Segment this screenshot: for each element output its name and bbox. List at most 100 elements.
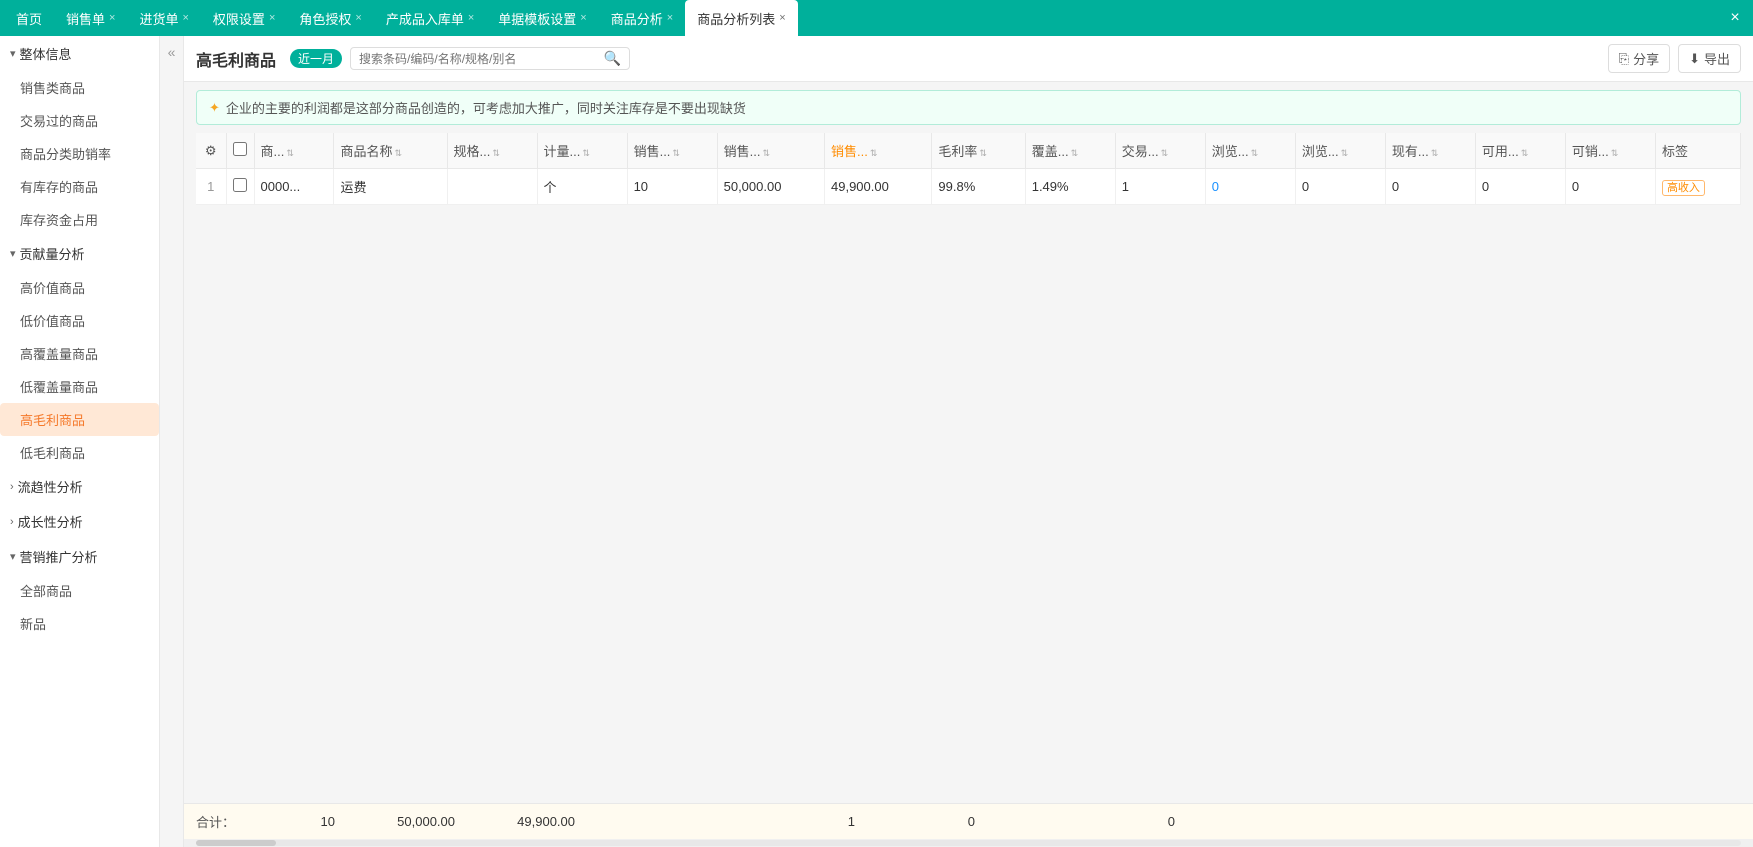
sidebar-item-in-stock[interactable]: 有库存的商品	[0, 170, 159, 203]
footer-sales2: 50,000.00	[375, 814, 455, 829]
collapse-icon: «	[168, 44, 176, 60]
close-product-analysis[interactable]: ×	[667, 12, 673, 24]
main-container: ▾ 整体信息 销售类商品 交易过的商品 商品分类助销率 有库存的商品 库存资金占…	[0, 36, 1753, 847]
sidebar-group-contribution[interactable]: ▾ 贡献量分析	[0, 236, 159, 271]
col-sellable[interactable]: 可销...⇅	[1565, 133, 1655, 169]
close-product-analysis-list[interactable]: ×	[779, 12, 785, 24]
cell-sellable: 0	[1565, 169, 1655, 205]
col-sales3[interactable]: 销售...⇅	[825, 133, 932, 169]
footer-label: 合计：	[196, 812, 235, 831]
col-unit[interactable]: 计量...⇅	[537, 133, 627, 169]
nav-sales-order[interactable]: 销售单 ×	[54, 0, 127, 36]
col-tag: 标签	[1655, 133, 1740, 169]
col-code[interactable]: 商...⇅	[254, 133, 334, 169]
footer-browse2: 0	[895, 814, 975, 829]
cell-code: 0000...	[254, 169, 334, 205]
col-coverage[interactable]: 覆盖...⇅	[1025, 133, 1115, 169]
sidebar-wrapper: ▾ 整体信息 销售类商品 交易过的商品 商品分类助销率 有库存的商品 库存资金占…	[0, 36, 184, 847]
cell-sales1: 10	[627, 169, 717, 205]
col-spec[interactable]: 规格...⇅	[447, 133, 537, 169]
row-checkbox[interactable]	[233, 178, 247, 192]
close-product-inbound[interactable]: ×	[468, 12, 474, 24]
cell-available: 0	[1475, 169, 1565, 205]
search-input[interactable]	[359, 52, 604, 66]
close-purchase-order[interactable]: ×	[182, 12, 188, 24]
nav-home[interactable]: 首页	[4, 0, 54, 36]
footer-trade: 1	[775, 814, 855, 829]
share-button[interactable]: ⎘ 分享	[1608, 44, 1670, 73]
nav-product-analysis[interactable]: 商品分析 ×	[599, 0, 685, 36]
sidebar-item-low-coverage[interactable]: 低覆盖量商品	[0, 370, 159, 403]
sidebar-item-traded-goods[interactable]: 交易过的商品	[0, 104, 159, 137]
table-container: ⚙ 商...⇅ 商品名称⇅ 规格...⇅ 计量...⇅ 销售...⇅ 销售...…	[184, 133, 1753, 803]
footer-current: 0	[1095, 814, 1175, 829]
scrollbar-track[interactable]	[196, 840, 1741, 846]
col-sales1[interactable]: 销售...⇅	[627, 133, 717, 169]
table-footer: 合计： 10 50,000.00 49,900.00 1 0 0	[184, 803, 1753, 839]
cell-current: 0	[1385, 169, 1475, 205]
sidebar-group-overall[interactable]: ▾ 整体信息	[0, 36, 159, 71]
nav-product-inbound[interactable]: 产成品入库单 ×	[374, 0, 486, 36]
sidebar-group-marketing[interactable]: ▾ 营销推广分析	[0, 539, 159, 574]
content-area: 高毛利商品 近一月 🔍 ⎘ 分享 ⬇ 导出 ✦ 企业的主要的利润都是这部分商品创…	[184, 36, 1753, 847]
cell-index: 1	[196, 169, 226, 205]
page-title: 高毛利商品	[196, 47, 276, 71]
arrow-contribution: ▾	[10, 247, 16, 260]
close-permission-settings[interactable]: ×	[269, 12, 275, 24]
col-settings[interactable]: ⚙	[196, 133, 226, 169]
sidebar-group-trend[interactable]: › 流趋性分析	[0, 469, 159, 504]
col-trade[interactable]: 交易...⇅	[1115, 133, 1205, 169]
table-header-row: ⚙ 商...⇅ 商品名称⇅ 规格...⇅ 计量...⇅ 销售...⇅ 销售...…	[196, 133, 1741, 169]
nav-purchase-order[interactable]: 进货单 ×	[127, 0, 200, 36]
sidebar-item-all-goods[interactable]: 全部商品	[0, 574, 159, 607]
info-banner: ✦ 企业的主要的利润都是这部分商品创造的，可考虑加大推广，同时关注库存是不要出现…	[196, 90, 1741, 125]
close-sales-order[interactable]: ×	[109, 12, 115, 24]
horizontal-scrollbar[interactable]	[184, 839, 1753, 847]
sidebar-item-low-value[interactable]: 低价值商品	[0, 304, 159, 337]
col-sales2[interactable]: 销售...⇅	[717, 133, 824, 169]
table-row: 1 0000... 运费 个 10 50,000.00 49,900.00 99…	[196, 169, 1741, 205]
time-filter-badge[interactable]: 近一月	[290, 49, 342, 68]
sidebar-item-low-margin[interactable]: 低毛利商品	[0, 436, 159, 469]
sidebar-item-new-goods[interactable]: 新品	[0, 607, 159, 640]
browse1-link[interactable]: 0	[1212, 179, 1219, 194]
sidebar-collapse-button[interactable]: «	[160, 36, 184, 847]
col-browse1[interactable]: 浏览...⇅	[1205, 133, 1295, 169]
scrollbar-thumb[interactable]	[196, 840, 276, 846]
cell-sales3: 49,900.00	[825, 169, 932, 205]
arrow-trend: ›	[10, 481, 14, 493]
cell-browse1[interactable]: 0	[1205, 169, 1295, 205]
sidebar-item-capital-usage[interactable]: 库存资金占用	[0, 203, 159, 236]
close-template-settings[interactable]: ×	[580, 12, 586, 24]
col-available[interactable]: 可用...⇅	[1475, 133, 1565, 169]
col-browse2[interactable]: 浏览...⇅	[1295, 133, 1385, 169]
sidebar-item-high-value[interactable]: 高价值商品	[0, 271, 159, 304]
nav-product-analysis-list[interactable]: 商品分析列表 ×	[685, 0, 797, 36]
sidebar-item-high-coverage[interactable]: 高覆盖量商品	[0, 337, 159, 370]
arrow-marketing: ▾	[10, 550, 16, 563]
search-icon[interactable]: 🔍	[604, 50, 621, 67]
col-name[interactable]: 商品名称⇅	[334, 133, 447, 169]
col-current[interactable]: 现有...⇅	[1385, 133, 1475, 169]
sidebar-item-high-margin[interactable]: 高毛利商品	[0, 403, 159, 436]
col-margin[interactable]: 毛利率⇅	[932, 133, 1025, 169]
share-icon: ⎘	[1619, 51, 1629, 67]
cell-checkbox[interactable]	[226, 169, 254, 205]
cell-browse2: 0	[1295, 169, 1385, 205]
select-all-checkbox[interactable]	[233, 142, 247, 156]
cell-trade: 1	[1115, 169, 1205, 205]
sidebar-item-category-rate[interactable]: 商品分类助销率	[0, 137, 159, 170]
nav-permission-settings[interactable]: 权限设置 ×	[201, 0, 287, 36]
cell-tag: 高收入	[1655, 169, 1740, 205]
export-button[interactable]: ⬇ 导出	[1678, 44, 1741, 73]
cell-spec	[447, 169, 537, 205]
close-role-auth[interactable]: ×	[355, 12, 361, 24]
sidebar-group-growth[interactable]: › 成长性分析	[0, 504, 159, 539]
nav-template-settings[interactable]: 单据模板设置 ×	[486, 0, 598, 36]
sidebar: ▾ 整体信息 销售类商品 交易过的商品 商品分类助销率 有库存的商品 库存资金占…	[0, 36, 160, 847]
tag-high-income: 高收入	[1662, 180, 1705, 196]
nav-role-auth[interactable]: 角色授权 ×	[287, 0, 373, 36]
sidebar-item-sales-goods[interactable]: 销售类商品	[0, 71, 159, 104]
close-window-button[interactable]: ×	[1721, 4, 1749, 32]
col-checkbox	[226, 133, 254, 169]
